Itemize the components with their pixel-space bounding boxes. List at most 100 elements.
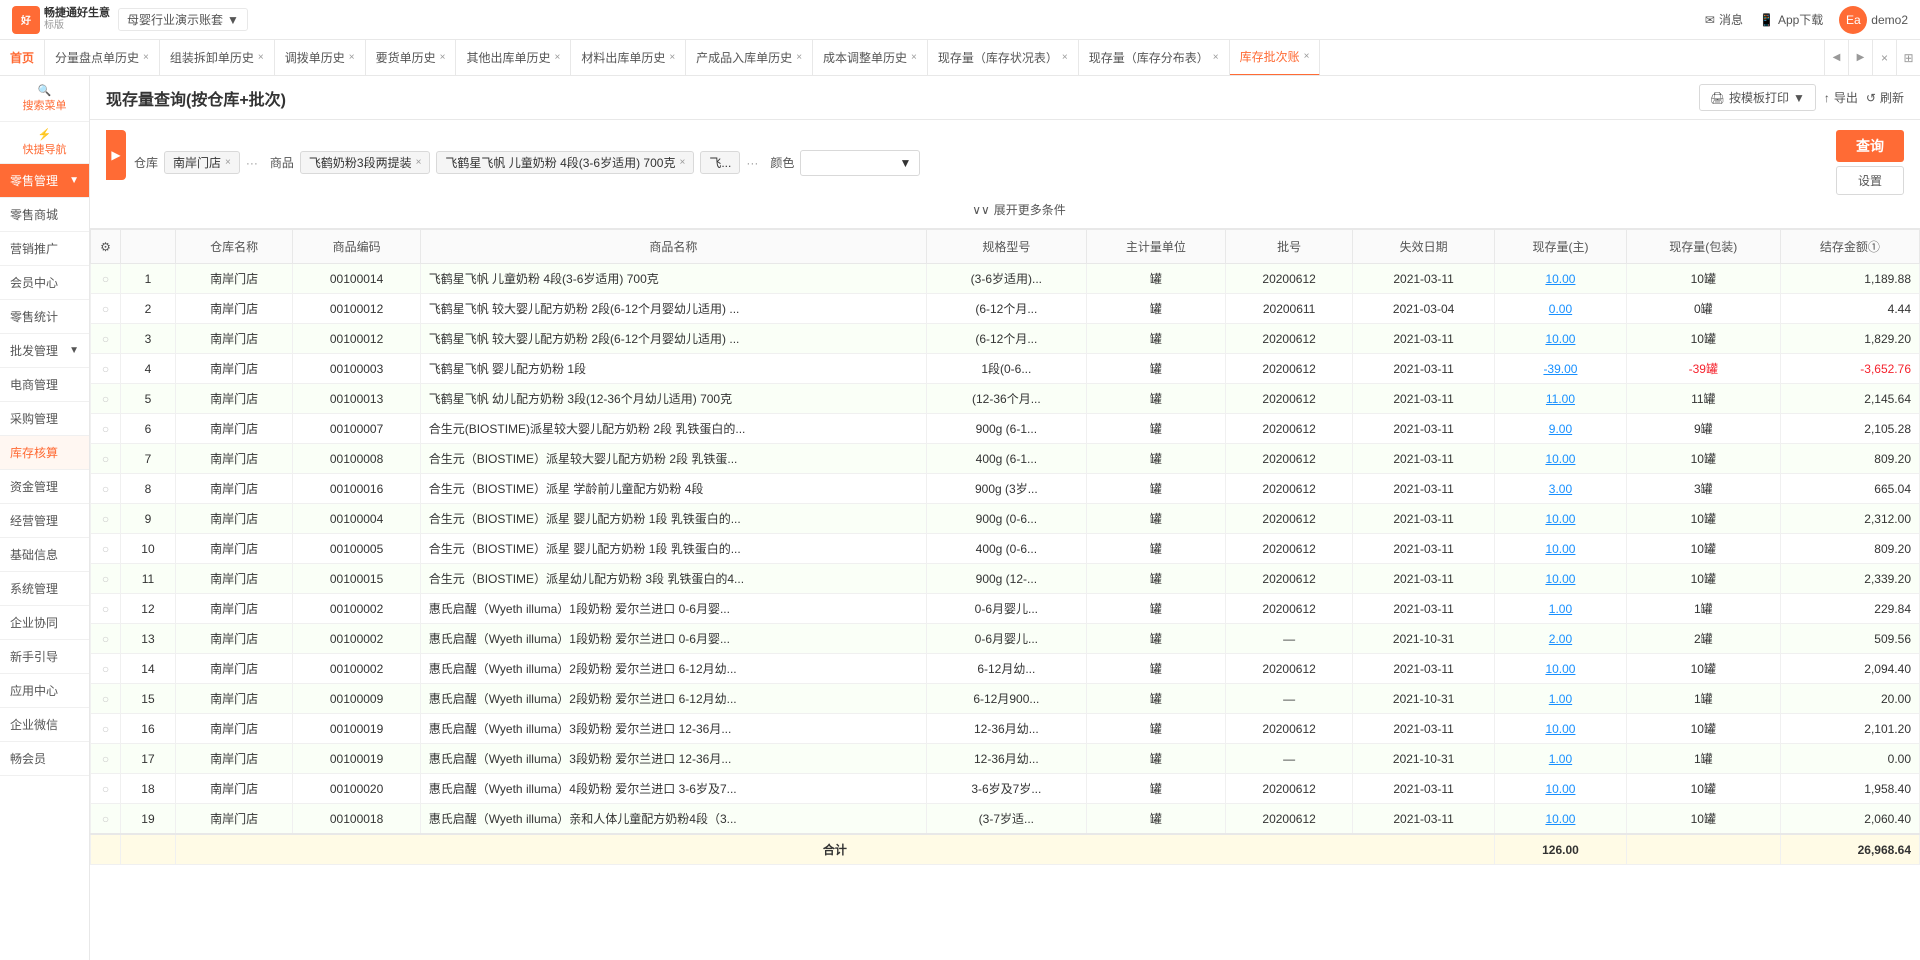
sidebar-item-ecom[interactable]: 电商管理: [0, 368, 89, 402]
row-stock-main[interactable]: 10.00: [1494, 264, 1626, 294]
sidebar-item-apps[interactable]: 应用中心: [0, 674, 89, 708]
expand-more-btn[interactable]: ∨∨ 展开更多条件: [134, 201, 1904, 218]
row-stock-main[interactable]: 1.00: [1494, 684, 1626, 714]
row-settings[interactable]: ○: [91, 474, 121, 504]
row-stock-main[interactable]: -39.00: [1494, 354, 1626, 384]
sidebar-quicknav[interactable]: ⚡ 快捷导航: [0, 122, 89, 164]
expand-filter-btn[interactable]: ▶: [106, 130, 126, 180]
tab-9-close[interactable]: ×: [1062, 52, 1068, 63]
download-btn[interactable]: 📱 App下载: [1759, 11, 1823, 28]
sidebar-item-newbie[interactable]: 新手引导: [0, 640, 89, 674]
product-tag-2-close[interactable]: ×: [679, 157, 685, 168]
row-settings[interactable]: ○: [91, 354, 121, 384]
tab-6-close[interactable]: ×: [669, 52, 675, 63]
sidebar-item-purchase[interactable]: 采购管理: [0, 402, 89, 436]
row-stock-main[interactable]: 10.00: [1494, 804, 1626, 835]
tab-7[interactable]: 产成品入库单历史 ×: [686, 40, 813, 76]
product-tag-3[interactable]: 飞...: [700, 151, 740, 174]
row-stock-main[interactable]: 10.00: [1494, 714, 1626, 744]
row-stock-main[interactable]: 0.00: [1494, 294, 1626, 324]
tab-8-close[interactable]: ×: [911, 52, 917, 63]
tab-1[interactable]: 分量盘点单历史 ×: [45, 40, 160, 76]
row-stock-main[interactable]: 10.00: [1494, 444, 1626, 474]
row-settings[interactable]: ○: [91, 414, 121, 444]
industry-select[interactable]: 母婴行业演示账套 ▼: [118, 8, 248, 31]
row-settings[interactable]: ○: [91, 744, 121, 774]
tab-11[interactable]: 库存批次账 ×: [1230, 40, 1321, 76]
sidebar-item-stats[interactable]: 零售统计: [0, 300, 89, 334]
row-settings[interactable]: ○: [91, 594, 121, 624]
sidebar-item-collab[interactable]: 企业协同: [0, 606, 89, 640]
nav-next-btn[interactable]: ▶: [1848, 40, 1872, 76]
refresh-btn[interactable]: ↺ 刷新: [1866, 89, 1904, 106]
row-stock-main[interactable]: 1.00: [1494, 744, 1626, 774]
row-stock-main[interactable]: 10.00: [1494, 504, 1626, 534]
row-settings[interactable]: ○: [91, 534, 121, 564]
row-stock-main[interactable]: 1.00: [1494, 594, 1626, 624]
product-ellipsis[interactable]: ···: [746, 156, 758, 170]
tab-2-close[interactable]: ×: [258, 52, 264, 63]
row-settings[interactable]: ○: [91, 264, 121, 294]
row-settings[interactable]: ○: [91, 654, 121, 684]
nav-menu-btn[interactable]: ⊞: [1896, 40, 1920, 76]
tab-10[interactable]: 现存量（库存分布表） ×: [1079, 40, 1230, 76]
product-tag-2[interactable]: 飞鹤星飞帆 儿童奶粉 4段(3-6岁适用) 700克 ×: [436, 151, 694, 174]
tab-5[interactable]: 其他出库单历史 ×: [456, 40, 571, 76]
tab-1-close[interactable]: ×: [143, 52, 149, 63]
row-settings[interactable]: ○: [91, 324, 121, 354]
col-settings-header[interactable]: ⚙: [91, 230, 121, 264]
sidebar-item-wholesale[interactable]: 批发管理 ▼: [0, 334, 89, 368]
tab-3-close[interactable]: ×: [349, 52, 355, 63]
row-stock-main[interactable]: 10.00: [1494, 654, 1626, 684]
row-settings[interactable]: ○: [91, 444, 121, 474]
row-stock-main[interactable]: 10.00: [1494, 534, 1626, 564]
sidebar-item-ops[interactable]: 经营管理: [0, 504, 89, 538]
row-settings[interactable]: ○: [91, 804, 121, 835]
nav-prev-btn[interactable]: ◀: [1824, 40, 1848, 76]
product-tag-1-close[interactable]: ×: [416, 157, 422, 168]
tab-home[interactable]: 首页: [0, 40, 45, 76]
tab-4[interactable]: 要货单历史 ×: [366, 40, 457, 76]
row-settings[interactable]: ○: [91, 294, 121, 324]
sidebar-item-member[interactable]: 会员中心: [0, 266, 89, 300]
messages-btn[interactable]: ✉ 消息: [1705, 11, 1743, 28]
tab-11-close[interactable]: ×: [1304, 51, 1310, 62]
sidebar-item-vip[interactable]: 畅会员: [0, 742, 89, 776]
sidebar-item-store[interactable]: 零售商城: [0, 198, 89, 232]
row-settings[interactable]: ○: [91, 624, 121, 654]
row-stock-main[interactable]: 10.00: [1494, 774, 1626, 804]
row-settings[interactable]: ○: [91, 564, 121, 594]
tab-6[interactable]: 材料出库单历史 ×: [571, 40, 686, 76]
user-area[interactable]: 按模板打印 Ea demo2: [1839, 6, 1908, 34]
nav-close-all-btn[interactable]: ×: [1872, 40, 1896, 76]
row-stock-main[interactable]: 11.00: [1494, 384, 1626, 414]
sidebar-item-marketing[interactable]: 营销推广: [0, 232, 89, 266]
warehouse-ellipsis[interactable]: ···: [246, 156, 258, 170]
sidebar-item-system[interactable]: 系统管理: [0, 572, 89, 606]
product-tag-1[interactable]: 飞鹤奶粉3段两提装 ×: [300, 151, 431, 174]
row-stock-main[interactable]: 9.00: [1494, 414, 1626, 444]
sidebar-item-wx[interactable]: 企业微信: [0, 708, 89, 742]
tab-7-close[interactable]: ×: [796, 52, 802, 63]
row-stock-main[interactable]: 3.00: [1494, 474, 1626, 504]
row-stock-main[interactable]: 10.00: [1494, 564, 1626, 594]
tab-4-close[interactable]: ×: [440, 52, 446, 63]
row-settings[interactable]: ○: [91, 774, 121, 804]
row-stock-main[interactable]: 2.00: [1494, 624, 1626, 654]
print-btn[interactable]: 🖨 按模板打印 ▼: [1699, 84, 1816, 111]
tab-10-close[interactable]: ×: [1213, 52, 1219, 63]
sidebar-item-basic[interactable]: 基础信息: [0, 538, 89, 572]
row-settings[interactable]: ○: [91, 714, 121, 744]
tab-2[interactable]: 组装拆卸单历史 ×: [160, 40, 275, 76]
sidebar-item-finance[interactable]: 资金管理: [0, 470, 89, 504]
row-stock-main[interactable]: 10.00: [1494, 324, 1626, 354]
tab-3[interactable]: 调拨单历史 ×: [275, 40, 366, 76]
export-btn[interactable]: ↑ 导出: [1824, 89, 1858, 106]
sidebar-item-retail[interactable]: 零售管理 ▼: [0, 164, 89, 198]
settings-btn[interactable]: 设置: [1836, 166, 1904, 195]
sidebar-search[interactable]: 🔍 搜索菜单: [0, 76, 89, 122]
row-settings[interactable]: ○: [91, 384, 121, 414]
tab-5-close[interactable]: ×: [554, 52, 560, 63]
warehouse-tag[interactable]: 南岸门店 ×: [164, 151, 240, 174]
settings-icon[interactable]: ⚙: [100, 240, 111, 254]
